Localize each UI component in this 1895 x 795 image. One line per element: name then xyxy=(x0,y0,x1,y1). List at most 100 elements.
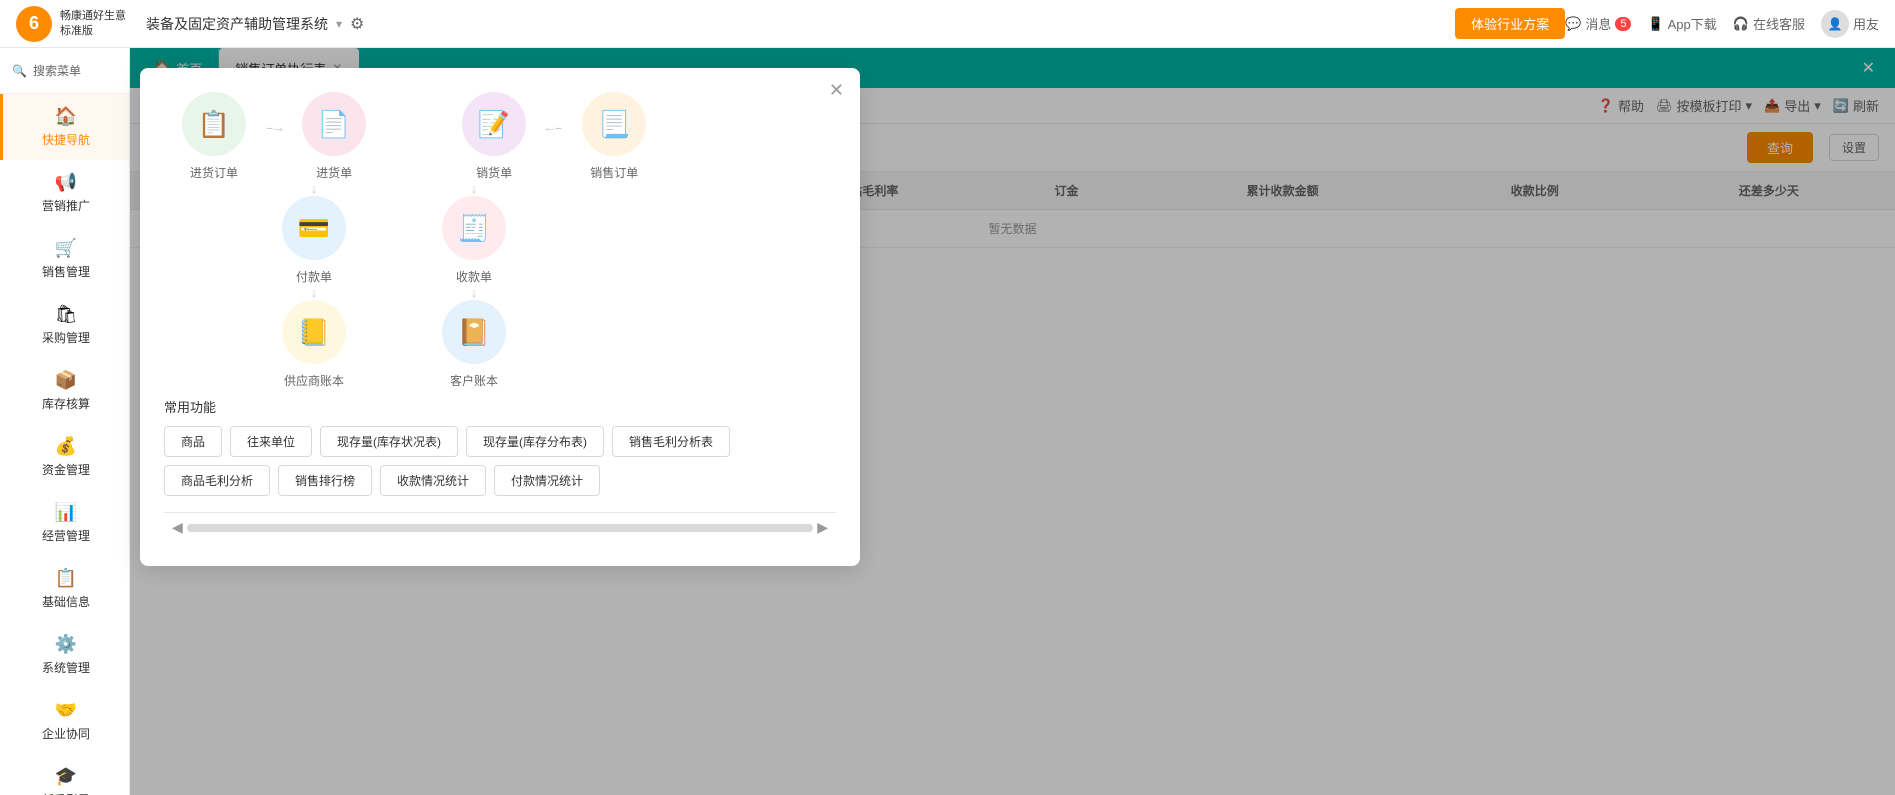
scroll-left-btn[interactable]: ◀ xyxy=(172,519,183,536)
app-download-button[interactable]: 📱 App下载 xyxy=(1647,14,1716,33)
flow-circle-purchase-order: 📋 xyxy=(182,92,246,156)
title-arrow-icon: ▾ xyxy=(336,17,342,31)
newbie-icon: 🎓 xyxy=(55,766,77,787)
flow-item-purchase-order[interactable]: 📋 进货订单 xyxy=(164,92,264,181)
logo-line2: 标准版 xyxy=(60,24,126,38)
arrow-h1: - - → xyxy=(264,119,284,135)
receipt-icon: 🧾 xyxy=(458,213,490,244)
sidebar-search-area: 🔍 搜索菜单 xyxy=(0,48,129,94)
arrow-v4: ↓ xyxy=(424,285,524,300)
sidebar-item-enterprise[interactable]: 🤝 企业协同 xyxy=(0,688,129,754)
sidebar-item-inventory[interactable]: 📦 库存核算 xyxy=(0,358,129,424)
arrow-v2: ↓ xyxy=(424,181,524,196)
sidebar-item-newbie[interactable]: 🎓 新手引导 xyxy=(0,754,129,795)
flow-diagram: 📋 进货订单 - - → 📄 进货单 xyxy=(164,92,836,389)
arrow-h2: - - → xyxy=(544,119,564,135)
message-label: 消息 xyxy=(1585,14,1611,33)
basic-info-icon: 📋 xyxy=(55,568,77,589)
func-btn-往来单位[interactable]: 往来单位 xyxy=(230,426,312,457)
purchase-label: 采购管理 xyxy=(42,329,90,346)
inventory-label: 库存核算 xyxy=(42,395,90,412)
func-btn-付款情况统计[interactable]: 付款情况统计 xyxy=(494,465,600,496)
settings-icon[interactable]: ⚙ xyxy=(350,14,364,34)
operation-icon: 📊 xyxy=(55,502,77,523)
message-button[interactable]: 💬 消息 5 xyxy=(1565,14,1631,33)
sales-label: 销售管理 xyxy=(42,263,90,280)
flow-circle-sales-order: 📃 xyxy=(582,92,646,156)
sidebar-item-finance[interactable]: 💰 资金管理 xyxy=(0,424,129,490)
common-title: 常用功能 xyxy=(164,397,836,416)
flow-circle-receipt: 🧾 xyxy=(442,196,506,260)
func-btn-销售排行榜[interactable]: 销售排行榜 xyxy=(278,465,372,496)
quick-nav-label: 快捷导航 xyxy=(42,131,90,148)
logo-letter: 6 xyxy=(29,13,39,34)
search-icon: 🔍 xyxy=(12,64,27,78)
marketing-icon: 📢 xyxy=(55,172,77,193)
func-btn-商品[interactable]: 商品 xyxy=(164,426,222,457)
spacer-b1 xyxy=(164,285,264,300)
finance-icon: 💰 xyxy=(55,436,77,457)
enterprise-label: 企业协同 xyxy=(42,725,90,742)
func-btn-现存量(库存分布表)[interactable]: 现存量(库存分布表) xyxy=(466,426,604,457)
purchase-icon: 🛍 xyxy=(55,304,78,325)
sidebar-item-operation[interactable]: 📊 经营管理 xyxy=(0,490,129,556)
sidebar-item-marketing[interactable]: 📢 营销推广 xyxy=(0,160,129,226)
flow-circle-payment: 💳 xyxy=(282,196,346,260)
flow-item-sales-bill[interactable]: 📝 销货单 xyxy=(444,92,544,181)
logo-line1: 畅康通好生意 xyxy=(60,9,126,23)
arrows-row2: ↓ ↓ xyxy=(164,285,836,300)
quick-nav-icon: 🏠 xyxy=(55,106,77,127)
purchase-order-label: 进货订单 xyxy=(190,164,238,181)
func-btn-销售毛利分析表[interactable]: 销售毛利分析表 xyxy=(612,426,730,457)
sidebar-item-sales[interactable]: 🛒 销售管理 xyxy=(0,226,129,292)
flow-circle-supplier-ledger: 📒 xyxy=(282,300,346,364)
flow-circle-customer-ledger: 📔 xyxy=(442,300,506,364)
flow-item-purchase-bill[interactable]: 📄 进货单 xyxy=(284,92,384,181)
scroll-area: ◀ ▶ xyxy=(164,512,836,542)
basic-info-label: 基础信息 xyxy=(42,593,90,610)
scroll-right-btn[interactable]: ▶ xyxy=(817,519,828,536)
modal-close-button[interactable]: ✕ xyxy=(829,80,844,101)
service-icon: 🎧 xyxy=(1733,16,1749,32)
purchase-bill-icon: 📄 xyxy=(318,109,350,140)
func-btn-现存量(库存状况表)[interactable]: 现存量(库存状况表) xyxy=(320,426,458,457)
flow-item-customer-ledger[interactable]: 📔 客户账本 xyxy=(424,300,524,389)
customer-ledger-icon: 📔 xyxy=(458,317,490,348)
scroll-track[interactable] xyxy=(187,524,813,532)
flow-item-sales-order[interactable]: 📃 销售订单 xyxy=(564,92,664,181)
flow-item-payment[interactable]: 💳 付款单 xyxy=(264,196,364,285)
trial-button[interactable]: 体验行业方案 xyxy=(1455,8,1565,39)
top-right: 💬 消息 5 📱 App下载 🎧 在线客服 👤 用友 xyxy=(1565,10,1879,38)
flow-modal: ✕ 📋 进货订单 - - → xyxy=(140,68,860,566)
logo-area: 6 畅康通好生意 标准版 xyxy=(16,6,146,42)
sidebar-item-purchase[interactable]: 🛍 采购管理 xyxy=(0,292,129,358)
message-badge: 5 xyxy=(1615,17,1631,31)
purchase-bill-label: 进货单 xyxy=(316,164,352,181)
sidebar-item-basic-info[interactable]: 📋 基础信息 xyxy=(0,556,129,622)
avatar: 👤 xyxy=(1821,10,1849,38)
sidebar-items: 🏠 快捷导航 📢 营销推广 🛒 销售管理 🛍 采购管理 📦 库存核算 💰 资金管… xyxy=(0,94,129,795)
online-service-button[interactable]: 🎧 在线客服 xyxy=(1733,14,1805,33)
marketing-label: 营销推广 xyxy=(42,197,90,214)
user-menu[interactable]: 👤 用友 xyxy=(1821,10,1879,38)
finance-label: 资金管理 xyxy=(42,461,90,478)
flow-item-receipt[interactable]: 🧾 收款单 xyxy=(424,196,524,285)
func-buttons: 商品往来单位现存量(库存状况表) 现存量(库存分布表) 销售毛利分析表商品毛利分析销… xyxy=(164,426,836,496)
func-btn-收款情况统计[interactable]: 收款情况统计 xyxy=(380,465,486,496)
receipt-label: 收款单 xyxy=(456,268,492,285)
func-btn-商品毛利分析[interactable]: 商品毛利分析 xyxy=(164,465,270,496)
app-container: 6 畅康通好生意 标准版 装备及固定资产辅助管理系统 ▾ ⚙ 体验行业方案 💬 … xyxy=(0,0,1895,795)
modal-overlay[interactable]: ✕ 📋 进货订单 - - → xyxy=(130,48,1895,795)
sidebar-item-system[interactable]: ⚙️ 系统管理 xyxy=(0,622,129,688)
inventory-icon: 📦 xyxy=(55,370,77,391)
flow-item-supplier-ledger[interactable]: 📒 供应商账本 xyxy=(264,300,364,389)
flow-circle-purchase-bill: 📄 xyxy=(302,92,366,156)
payment-label: 付款单 xyxy=(296,268,332,285)
supplier-ledger-label: 供应商账本 xyxy=(284,372,344,389)
sidebar-item-quick-nav[interactable]: 🏠 快捷导航 xyxy=(0,94,129,160)
newbie-label: 新手引导 xyxy=(42,791,90,795)
system-label: 系统管理 xyxy=(42,659,90,676)
search-menu-button[interactable]: 🔍 搜索菜单 xyxy=(8,58,121,83)
spacer-a1 xyxy=(164,181,264,196)
purchase-order-icon: 📋 xyxy=(198,109,230,140)
